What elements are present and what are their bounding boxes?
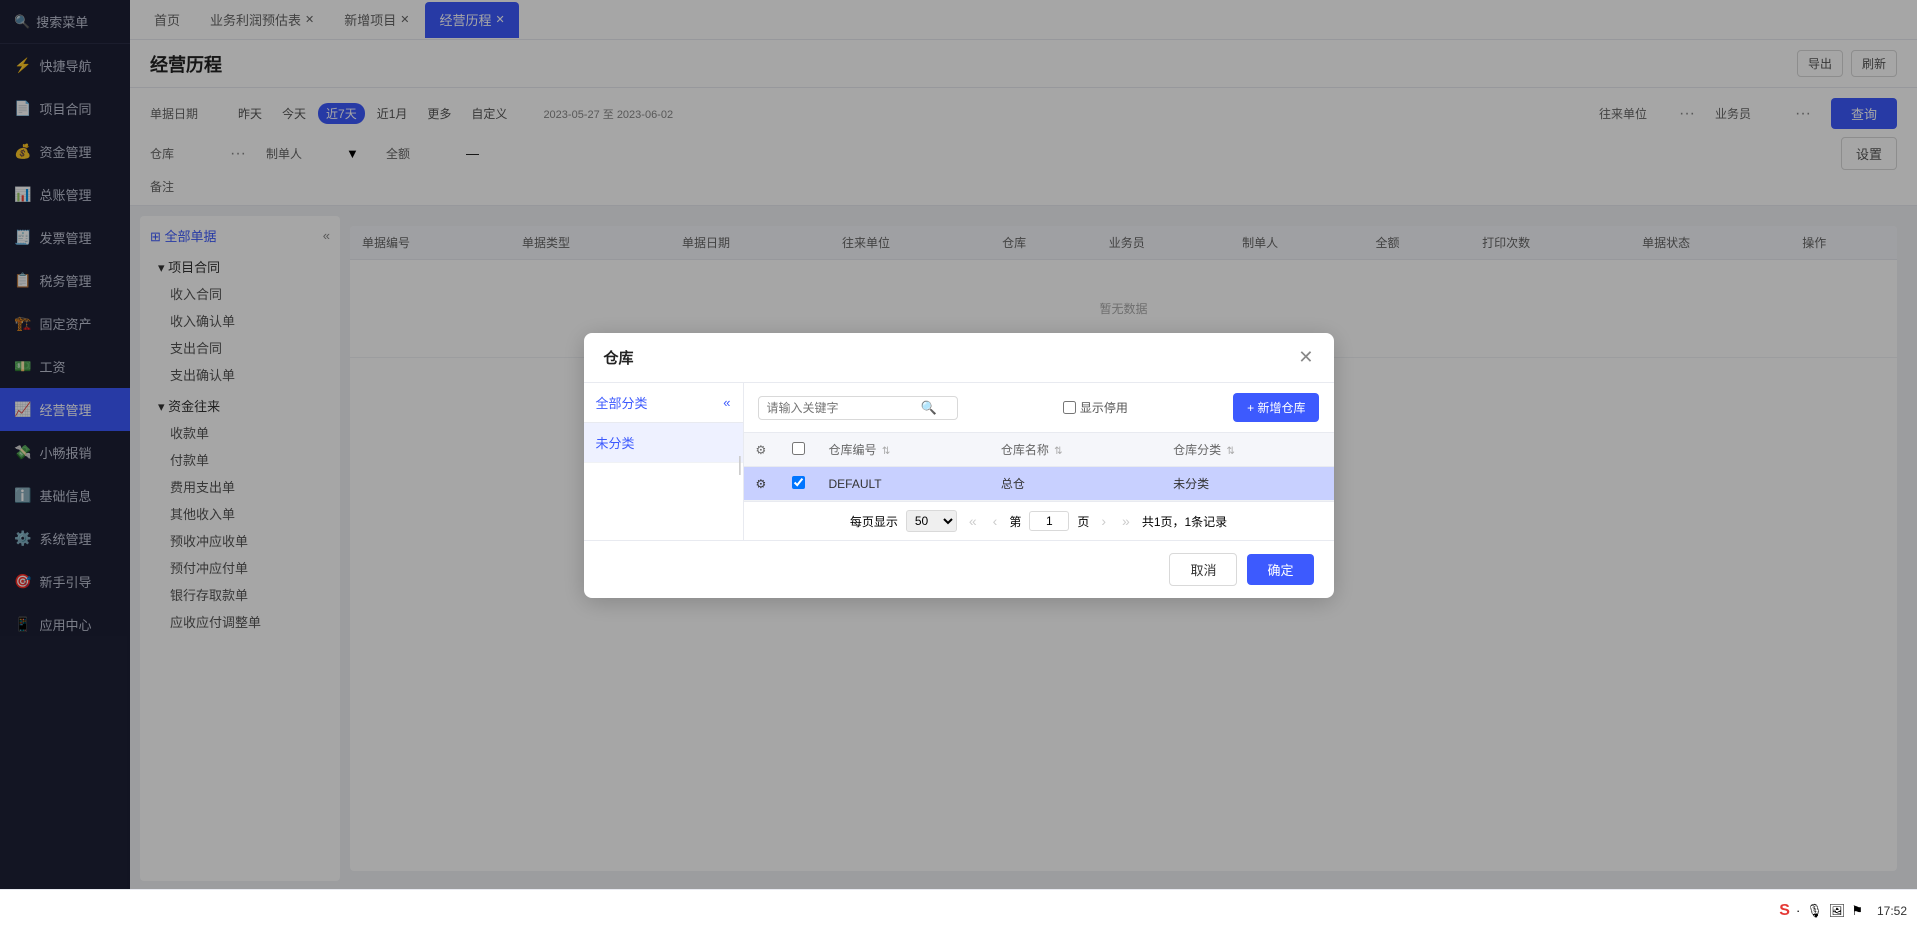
modal-table: ⚙ 仓库编号 ⇅ 仓库名称 ⇅ 仓库分类 ⇅ ⚙ DEFAU — [744, 433, 1334, 501]
modal-pagination: 每页显示 501020100 « ‹ 第 页 › » 共1页，1条记录 — [744, 501, 1334, 540]
modal-search-icon: 🔍 — [921, 400, 937, 416]
add-warehouse-button[interactable]: + 新增仓库 — [1233, 393, 1319, 422]
col-category[interactable]: 仓库分类 ⇅ — [1161, 433, 1333, 467]
taskbar-s-icon: S — [1779, 902, 1790, 920]
modal-table-header: ⚙ 仓库编号 ⇅ 仓库名称 ⇅ 仓库分类 ⇅ — [744, 433, 1334, 467]
modal-page-label: 第 — [1009, 513, 1021, 530]
modal-total-info: 共1页，1条记录 — [1142, 513, 1227, 530]
taskbar: S · 🎙 🖼 ⚑ 17:52 — [0, 889, 1917, 931]
taskbar-icons: S · 🎙 🖼 ⚑ 17:52 — [1779, 902, 1907, 920]
confirm-button[interactable]: 确定 — [1247, 554, 1313, 585]
taskbar-mic-icon: 🎙 — [1806, 903, 1823, 919]
all-categories-header[interactable]: 全部分类 « — [584, 383, 743, 423]
modal-overlay: 仓库 ✕ 全部分类 « 未分类 | — [0, 0, 1917, 931]
show-disabled-option[interactable]: 显示停用 — [1063, 399, 1128, 416]
row-name-cell: 总仓 — [989, 467, 1161, 501]
col-checkbox — [780, 433, 817, 467]
category-uncategorized[interactable]: 未分类 — [584, 423, 743, 463]
modal-title: 仓库 — [604, 347, 634, 368]
cancel-button[interactable]: 取消 — [1169, 553, 1237, 586]
modal-footer: 取消 确定 — [584, 540, 1334, 598]
category-scroll-area — [584, 463, 743, 540]
modal-search-box[interactable]: 🔍 — [758, 396, 958, 420]
show-disabled-label: 显示停用 — [1080, 399, 1128, 416]
scroll-thumb[interactable]: | — [737, 454, 742, 477]
warehouse-modal: 仓库 ✕ 全部分类 « 未分类 | — [584, 333, 1334, 598]
all-categories-label: 全部分类 — [596, 393, 648, 412]
modal-page-end-label: 页 — [1077, 513, 1089, 530]
show-disabled-checkbox[interactable] — [1063, 401, 1076, 414]
taskbar-dot-icon: · — [1796, 903, 1800, 918]
modal-table-container: ⚙ 仓库编号 ⇅ 仓库名称 ⇅ 仓库分类 ⇅ ⚙ DEFAU — [744, 433, 1334, 501]
row-checkbox-cell[interactable] — [780, 467, 817, 501]
taskbar-flag-icon: ⚑ — [1851, 903, 1863, 919]
modal-page-size-select[interactable]: 501020100 — [906, 510, 957, 532]
content-panel: 🔍 显示停用 + 新增仓库 ⚙ — [744, 383, 1334, 540]
taskbar-img-icon: 🖼 — [1829, 903, 1846, 919]
row-checkbox[interactable] — [792, 476, 805, 489]
col-config[interactable]: ⚙ — [744, 433, 780, 467]
select-all-checkbox[interactable] — [792, 442, 805, 455]
category-uncategorized-label: 未分类 — [596, 436, 635, 451]
taskbar-time: 17:52 — [1877, 904, 1907, 918]
table-row[interactable]: ⚙ DEFAULT 总仓 未分类 — [744, 467, 1334, 501]
col-code[interactable]: 仓库编号 ⇅ — [817, 433, 989, 467]
modal-prev-page-btn[interactable]: ‹ — [989, 513, 1002, 529]
modal-body: 全部分类 « 未分类 | 🔍 — [584, 383, 1334, 540]
modal-last-page-btn[interactable]: » — [1118, 513, 1134, 529]
row-config-cell[interactable]: ⚙ — [744, 467, 780, 501]
modal-header: 仓库 ✕ — [584, 333, 1334, 383]
collapse-category-icon[interactable]: « — [723, 395, 730, 410]
modal-page-size-label: 每页显示 — [850, 513, 898, 530]
modal-first-page-btn[interactable]: « — [965, 513, 981, 529]
modal-next-page-btn[interactable]: › — [1097, 513, 1110, 529]
modal-current-page-input[interactable] — [1029, 511, 1069, 531]
modal-search-input[interactable] — [767, 401, 917, 415]
col-name[interactable]: 仓库名称 ⇅ — [989, 433, 1161, 467]
row-category-cell: 未分类 — [1161, 467, 1333, 501]
category-panel: 全部分类 « 未分类 | — [584, 383, 744, 540]
modal-close-button[interactable]: ✕ — [1298, 347, 1313, 368]
content-toolbar: 🔍 显示停用 + 新增仓库 — [744, 383, 1334, 433]
row-code-cell: DEFAULT — [817, 467, 989, 501]
